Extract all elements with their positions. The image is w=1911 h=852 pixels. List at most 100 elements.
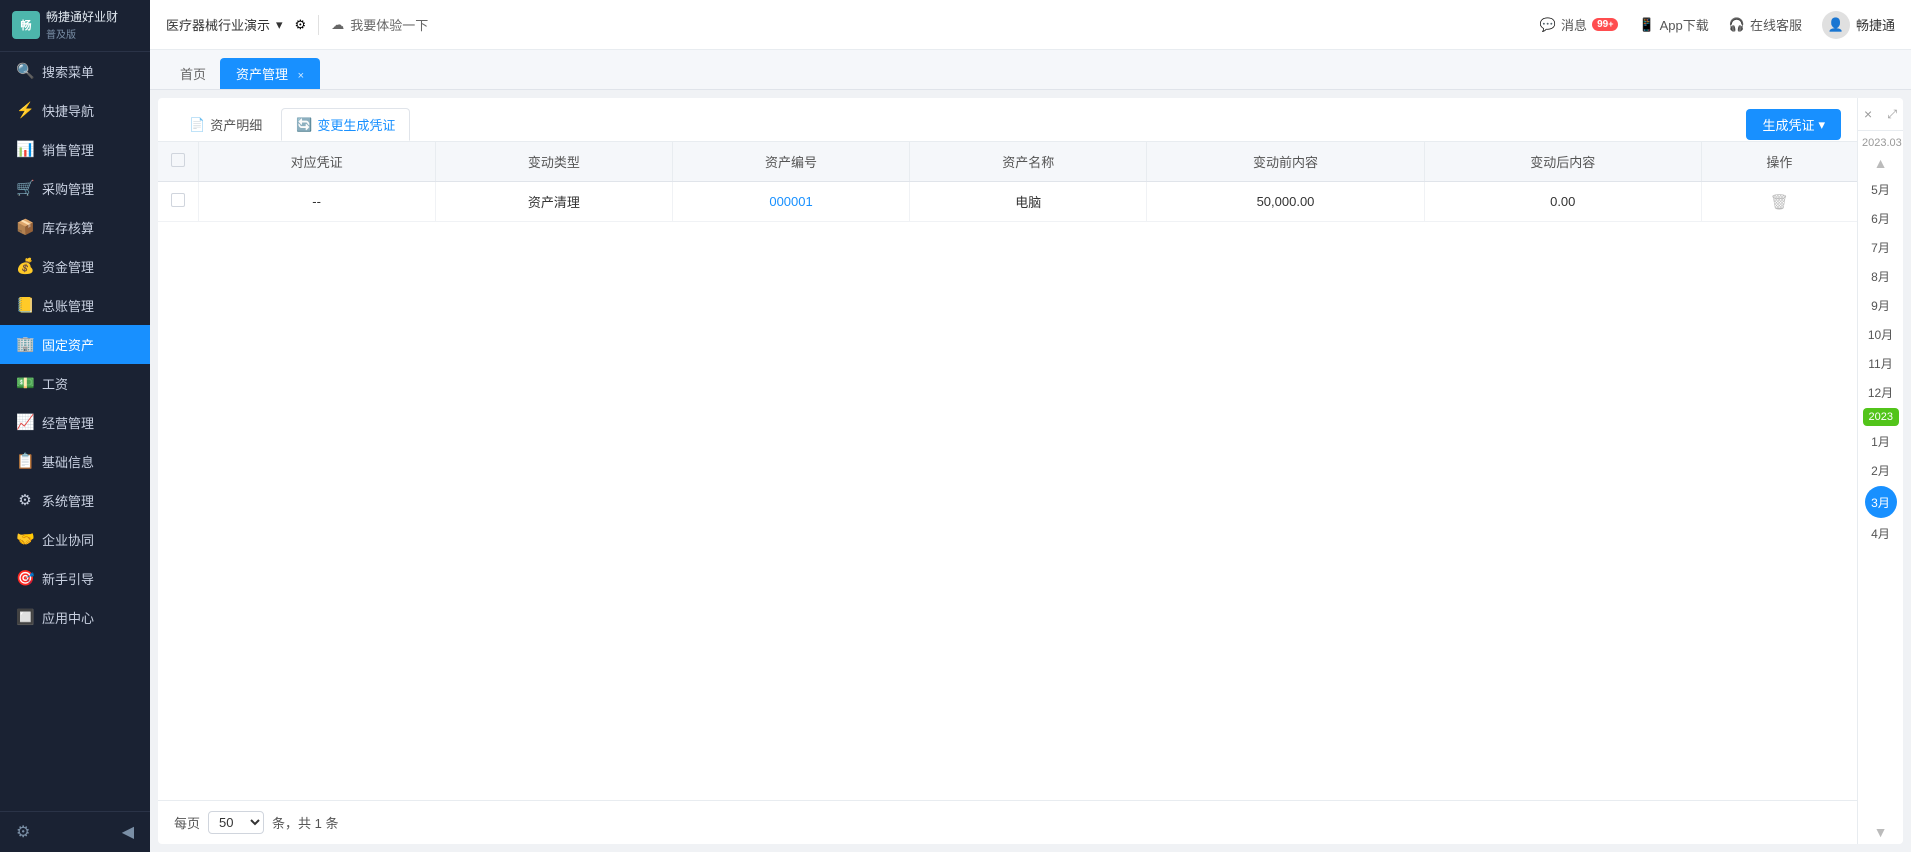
calendar-month[interactable]: 10月 [1863,321,1899,348]
app-download-btn[interactable]: 📱 App下载 [1638,15,1708,34]
tab-asset-mgmt[interactable]: 资产管理 × [220,58,320,89]
tab-asset-detail[interactable]: 📄 资产明细 [174,108,277,141]
mobile-icon: 📱 [1638,17,1654,33]
calendar-month[interactable]: 12月 [1863,379,1899,406]
sidebar-bottom: ⚙ ◀ [0,811,150,852]
calendar-month[interactable]: 1月 [1863,428,1899,455]
user-menu[interactable]: 👤 畅捷通 [1822,11,1895,39]
sidebar-item-ledger[interactable]: 📒 总账管理 [0,286,150,325]
customer-service-btn[interactable]: 🎧 在线客服 [1729,15,1802,34]
generate-voucher-button[interactable]: 生成凭证 ▾ [1746,109,1841,140]
calendar-panel: × ⤢ 2023.03 ▲ 5月6月7月8月9月10月11月12月20231月2… [1857,98,1903,844]
sidebar-item-purchase[interactable]: 🛒 采购管理 [0,169,150,208]
sidebar-item-app-center[interactable]: 🔲 应用中心 [0,598,150,637]
col-operation: 操作 [1701,142,1857,182]
col-change-type: 变动类型 [435,142,672,182]
collapse-icon[interactable]: ◀ [122,822,134,842]
sidebar-item-inventory[interactable]: 📦 库存核算 [0,208,150,247]
sidebar-menu: 🔍 搜索菜单 ⚡ 快捷导航 📊 销售管理 🛒 采购管理 📦 库存核算 💰 资金管… [0,52,150,811]
sidebar-item-operations[interactable]: 📈 经营管理 [0,403,150,442]
chevron-down-icon: ▾ [276,17,283,33]
enterprise-icon: 🤝 [16,530,34,548]
sidebar-item-enterprise[interactable]: 🤝 企业协同 [0,520,150,559]
calendar-month[interactable]: 6月 [1863,205,1899,232]
purchase-icon: 🛒 [16,179,34,197]
col-before-change: 变动前内容 [1147,142,1424,182]
calendar-month[interactable]: 8月 [1863,263,1899,290]
settings-icon[interactable]: ⚙ [16,822,30,842]
sidebar-item-quick-nav[interactable]: ⚡ 快捷导航 [0,91,150,130]
page-size-select[interactable]: 50 10 20 100 [208,811,264,834]
tab-home[interactable]: 首页 [166,58,220,89]
sidebar-item-label: 新手引导 [42,569,94,588]
experience-label: 我要体验一下 [350,15,428,34]
sidebar-item-system[interactable]: ⚙ 系统管理 [0,481,150,520]
sidebar-item-payroll[interactable]: 💵 工资 [0,364,150,403]
operations-icon: 📈 [16,413,34,431]
calendar-month[interactable]: 2月 [1863,457,1899,484]
col-asset-name: 资产名称 [910,142,1147,182]
tab-change-voucher[interactable]: 🔄 变更生成凭证 [281,108,410,141]
calendar-months: 5月6月7月8月9月10月11月12月 2023 1月2月3月4月 [1858,175,1903,820]
customer-service-label: 在线客服 [1750,15,1802,34]
calendar-year-2023[interactable]: 2023 [1863,408,1899,426]
topbar-settings-icon[interactable]: ⚙ [295,17,307,33]
page-tabs: 首页 资产管理 × [150,50,1911,90]
tab-close-icon[interactable]: × [298,70,304,82]
calendar-scroll-down[interactable]: ▼ [1858,820,1903,844]
message-icon: 💬 [1540,17,1556,33]
calendar-header: × ⤢ [1858,98,1903,131]
sidebar-item-label: 搜索菜单 [42,62,94,81]
payroll-icon: 💵 [16,374,34,392]
refresh-icon: 🔄 [296,117,312,133]
sidebar-item-label: 应用中心 [42,608,94,627]
calendar-month[interactable]: 3月 [1865,486,1897,518]
app-center-icon: 🔲 [16,608,34,626]
row-checkbox-0[interactable] [171,193,185,207]
experience-btn[interactable]: ☁ 我要体验一下 [331,15,428,34]
row-voucher-0: -- [198,182,435,222]
calendar-month[interactable]: 11月 [1863,350,1899,377]
company-selector[interactable]: 医疗器械行业演示 ▾ [166,15,283,34]
per-page-label: 每页 [174,813,200,832]
search-icon: 🔍 [16,62,34,80]
calendar-month[interactable]: 4月 [1863,520,1899,547]
row-checkbox-cell [158,182,198,222]
document-icon: 📄 [189,117,205,133]
calendar-month[interactable]: 5月 [1863,176,1899,203]
calendar-scroll-up[interactable]: ▲ [1858,151,1903,175]
row-asset-name-0: 电脑 [910,182,1147,222]
calendar-month[interactable]: 7月 [1863,234,1899,261]
calendar-month[interactable]: 9月 [1863,292,1899,319]
delete-row-0[interactable]: 🗑 [1770,194,1789,211]
table-wrapper: 对应凭证 变动类型 资产编号 资产名称 [158,142,1857,800]
sidebar-item-label: 销售管理 [42,140,94,159]
notification-btn[interactable]: 💬 消息 99+ [1540,15,1619,34]
sidebar-item-search[interactable]: 🔍 搜索菜单 [0,52,150,91]
select-all-checkbox[interactable] [171,153,185,167]
sidebar-item-label: 固定资产 [42,335,94,354]
sidebar-item-basic-info[interactable]: 📋 基础信息 [0,442,150,481]
sidebar-item-label: 工资 [42,374,68,393]
avatar: 👤 [1822,11,1850,39]
row-asset-code-0: 000001 [672,182,909,222]
sidebar-item-fixed-assets[interactable]: 🏢 固定资产 [0,325,150,364]
sidebar-item-funds[interactable]: 💰 资金管理 [0,247,150,286]
sidebar-item-label: 采购管理 [42,179,94,198]
logo-text: 畅捷通好业财 [46,10,118,26]
sidebar-item-guide[interactable]: 🎯 新手引导 [0,559,150,598]
calendar-close-icon[interactable]: × [1864,106,1872,122]
main-area: 医疗器械行业演示 ▾ ⚙ ☁ 我要体验一下 💬 消息 99+ 📱 App下载 🎧 [150,0,1911,852]
sidebar-item-sales[interactable]: 📊 销售管理 [0,130,150,169]
content-area: 📄 资产明细 🔄 变更生成凭证 生成凭证 ▾ [158,98,1903,844]
cloud-icon: ☁ [331,17,344,33]
calendar-expand-icon[interactable]: ⤢ [1887,107,1897,122]
main-panel: 📄 资产明细 🔄 变更生成凭证 生成凭证 ▾ [158,98,1857,844]
topbar: 医疗器械行业演示 ▾ ⚙ ☁ 我要体验一下 💬 消息 99+ 📱 App下载 🎧 [150,0,1911,50]
sidebar-item-label: 基础信息 [42,452,94,471]
sidebar: 畅 畅捷通好业财 普及版 🔍 搜索菜单 ⚡ 快捷导航 📊 销售管理 🛒 采购管理… [0,0,150,852]
headset-icon: 🎧 [1729,17,1745,33]
sidebar-item-label: 总账管理 [42,296,94,315]
table-row: -- 资产清理 000001 电脑 50,000.00 0.00 🗑 [158,182,1857,222]
row-change-type-0: 资产清理 [435,182,672,222]
